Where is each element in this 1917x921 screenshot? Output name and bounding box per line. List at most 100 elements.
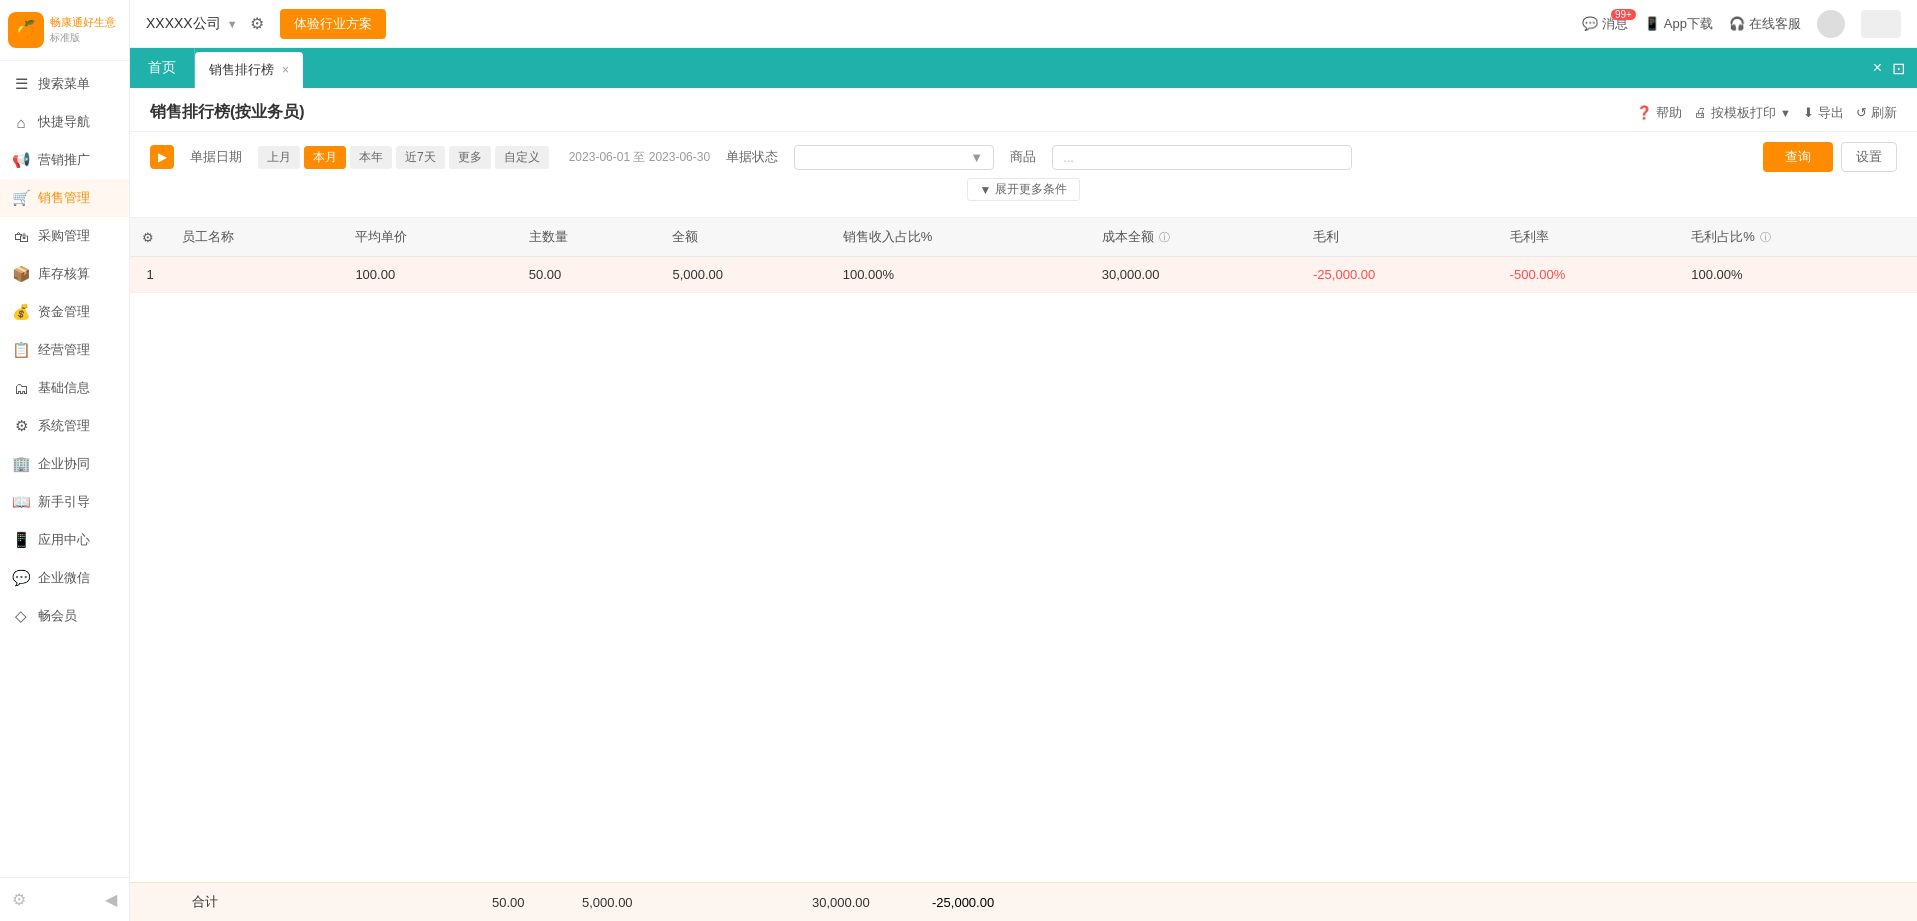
filter-toggle-btn[interactable]: ▶	[150, 145, 174, 169]
sidebar-label-search-order: 搜索菜单	[38, 75, 90, 93]
sidebar-item-app-center[interactable]: 📱 应用中心	[0, 521, 129, 559]
export-btn[interactable]: ⬇ 导出	[1803, 104, 1844, 122]
goods-placeholder: ...	[1063, 150, 1074, 165]
query-btn[interactable]: 查询	[1763, 142, 1833, 172]
sidebar-icon-guide: 📖	[12, 493, 30, 511]
date-btn-prev-month[interactable]: 上月	[258, 146, 300, 169]
cost-info-icon: ⓘ	[1159, 231, 1170, 243]
service-label: 在线客服	[1749, 15, 1801, 33]
date-buttons: 上月 本月 本年 近7天 更多 自定义	[258, 146, 549, 169]
sidebar-icon-system: ⚙	[12, 417, 30, 435]
sidebar-icon-quick-nav: ⌂	[12, 114, 30, 131]
date-range: 2023-06-01 至 2023-06-30	[569, 149, 710, 166]
sidebar-item-search-order[interactable]: ☰搜索菜单	[0, 65, 129, 103]
sidebar-label-member: 畅会员	[38, 607, 77, 625]
sidebar-logo: 🍊 畅康通好生意 标准版	[0, 0, 129, 61]
sidebar-item-system[interactable]: ⚙ 系统管理	[0, 407, 129, 445]
app-icon: 📱	[1644, 16, 1660, 31]
th-avg-price: 平均单价	[343, 218, 516, 257]
table-footer: 合计 50.00 5,000.00 30,000.00 -25,000.00	[130, 882, 1917, 921]
sidebar-label-basic-info: 基础信息	[38, 379, 90, 397]
cell-gross-rate: -500.00%	[1498, 257, 1680, 293]
date-btn-this-year[interactable]: 本年	[350, 146, 392, 169]
sidebar-item-inventory[interactable]: 📦库存核算	[0, 255, 129, 293]
tab-close-icon[interactable]: ×	[282, 63, 289, 77]
expand-btn[interactable]: ▼ 展开更多条件	[967, 178, 1081, 201]
sidebar-icon-sales: 🛒	[12, 189, 30, 207]
th-name: 员工名称	[170, 218, 343, 257]
window-close-icon[interactable]: ×	[1873, 59, 1882, 77]
sidebar-item-operations[interactable]: 📋经营管理	[0, 331, 129, 369]
sidebar-item-member[interactable]: ◇畅会员	[0, 597, 129, 635]
service-btn[interactable]: 🎧 在线客服	[1729, 15, 1801, 33]
sidebar-icon-marketing: 📢	[12, 151, 30, 169]
th-settings[interactable]: ⚙	[130, 218, 170, 257]
company-selector[interactable]: XXXXX公司 ▼	[146, 15, 238, 33]
print-label: 按模板打印	[1711, 104, 1776, 122]
status-label: 单据状态	[726, 148, 778, 166]
sidebar-settings-icon[interactable]: ⚙	[12, 890, 26, 909]
refresh-btn[interactable]: ↺ 刷新	[1856, 104, 1897, 122]
th-qty: 主数量	[517, 218, 661, 257]
expand-row: ▼ 展开更多条件	[150, 172, 1897, 207]
cell-gross-pct: 100.00%	[1679, 257, 1917, 293]
tab-active-label: 销售排行榜	[209, 61, 274, 79]
sidebar-item-enterprise[interactable]: 🏢企业协同	[0, 445, 129, 483]
table-container: ⚙ 员工名称 平均单价 主数量 全额 销售收入占比% 成本全额 ⓘ 毛利 毛利率…	[130, 218, 1917, 882]
sidebar-icon-inventory: 📦	[12, 265, 30, 283]
th-total: 全额	[660, 218, 830, 257]
sidebar-item-purchase[interactable]: 🛍采购管理	[0, 217, 129, 255]
sidebar-label-system: 系统管理	[38, 417, 90, 435]
sidebar-collapse-icon[interactable]: ◀	[105, 890, 117, 909]
settings-btn[interactable]: 设置	[1841, 142, 1897, 172]
sidebar-item-finance[interactable]: 💰资金管理	[0, 293, 129, 331]
cell-total: 5,000.00	[660, 257, 830, 293]
gross-pct-info-icon: ⓘ	[1760, 231, 1771, 243]
tab-home[interactable]: 首页	[130, 48, 195, 88]
tab-home-label: 首页	[148, 59, 176, 77]
print-arrow-icon: ▼	[1780, 107, 1791, 119]
export-label: 导出	[1818, 104, 1844, 122]
sidebar-label-guide: 新手引导	[38, 493, 90, 511]
sidebar-footer: ⚙ ◀	[0, 877, 129, 921]
logo-icon: 🍊	[8, 12, 44, 48]
footer-qty: 50.00	[492, 895, 582, 910]
date-btn-this-month[interactable]: 本月	[304, 146, 346, 169]
sidebar-label-app-center: 应用中心	[38, 531, 90, 549]
help-btn[interactable]: ❓ 帮助	[1636, 104, 1682, 122]
app-label: App下载	[1664, 15, 1713, 33]
trial-btn[interactable]: 体验行业方案	[280, 9, 386, 39]
sidebar-item-quick-nav[interactable]: ⌂快捷导航	[0, 103, 129, 141]
footer-cells: 50.00 5,000.00 30,000.00 -25,000.00	[392, 895, 1905, 910]
window-restore-icon[interactable]: ⊡	[1892, 59, 1905, 78]
user-avatar[interactable]	[1817, 10, 1845, 38]
date-btn-last7[interactable]: 近7天	[396, 146, 445, 169]
expand-icon: ▼	[980, 183, 992, 197]
cell-name	[170, 257, 343, 293]
user-name[interactable]	[1861, 10, 1901, 38]
sidebar-icon-app-center: 📱	[12, 531, 30, 549]
sidebar-item-wechat[interactable]: 💬企业微信	[0, 559, 129, 597]
sidebar-item-basic-info[interactable]: 🗂基础信息	[0, 369, 129, 407]
message-btn[interactable]: 💬 消息 99+	[1582, 15, 1628, 33]
goods-input[interactable]: ...	[1052, 145, 1352, 170]
tab-sales-ranking[interactable]: 销售排行榜 ×	[195, 52, 303, 88]
status-select[interactable]: ▼	[794, 145, 994, 170]
expand-label: 展开更多条件	[995, 181, 1067, 198]
sidebar-icon-enterprise: 🏢	[12, 455, 30, 473]
app-download-btn[interactable]: 📱 App下载	[1644, 15, 1713, 33]
filter-right: 查询 设置	[1763, 142, 1897, 172]
sidebar-item-marketing[interactable]: 📢营销推广	[0, 141, 129, 179]
sidebar-icon-finance: 💰	[12, 303, 30, 321]
table-area: ⚙ 员工名称 平均单价 主数量 全额 销售收入占比% 成本全额 ⓘ 毛利 毛利率…	[130, 218, 1917, 921]
cell-rank: 1	[130, 257, 170, 293]
footer-total: 5,000.00	[582, 895, 682, 910]
topbar-settings-icon[interactable]: ⚙	[250, 14, 264, 33]
sidebar-icon-wechat: 💬	[12, 569, 30, 587]
sidebar-item-guide[interactable]: 📖 新手引导	[0, 483, 129, 521]
date-btn-more[interactable]: 更多	[449, 146, 491, 169]
service-icon: 🎧	[1729, 16, 1745, 31]
sidebar-item-sales[interactable]: 🛒销售管理	[0, 179, 129, 217]
print-btn[interactable]: 🖨 按模板打印 ▼	[1694, 104, 1791, 122]
date-btn-custom[interactable]: 自定义	[495, 146, 549, 169]
